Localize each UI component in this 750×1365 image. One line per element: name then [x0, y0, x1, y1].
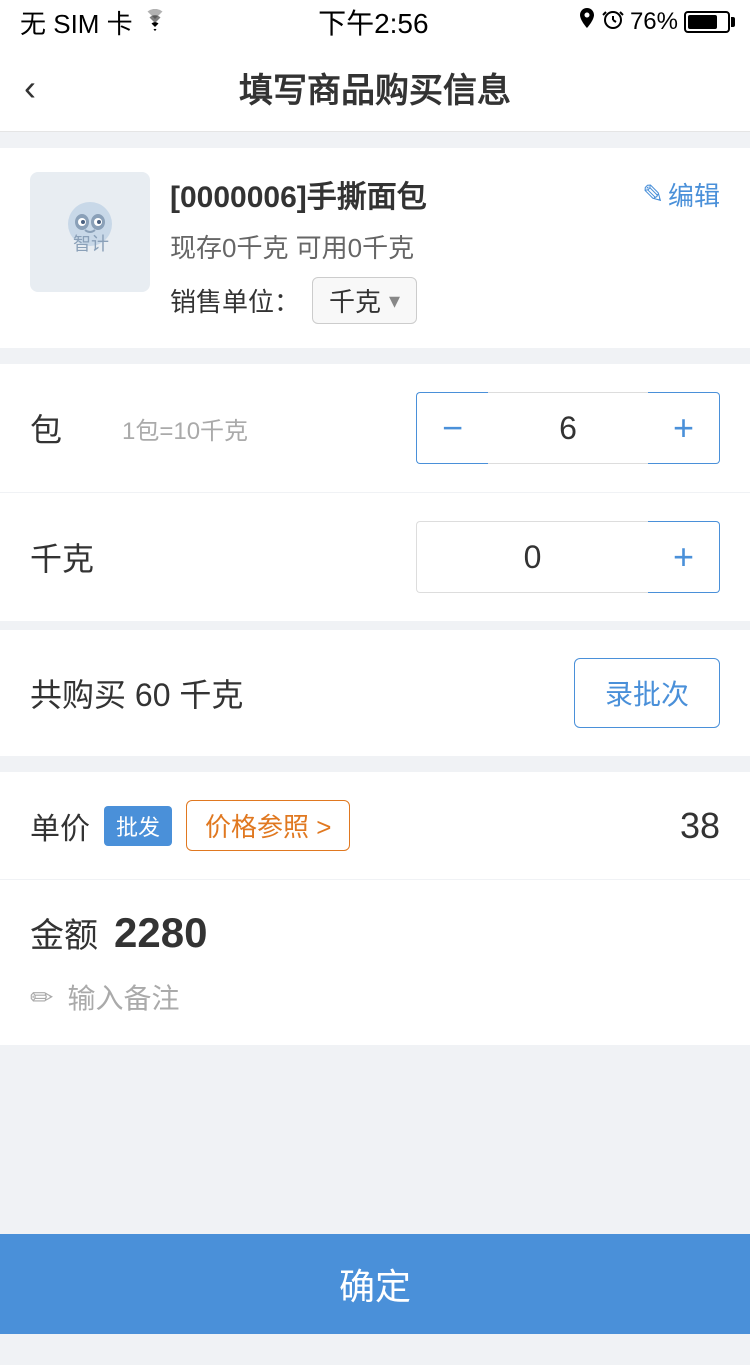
carrier-text: 无 SIM 卡: [20, 4, 133, 41]
pencil-icon: ✏: [30, 981, 53, 1014]
amount-value: 2280: [114, 909, 207, 957]
product-name: [0000006]手撕面包: [170, 172, 427, 216]
status-bar: 无 SIM 卡 下午2:56 76%: [0, 0, 750, 44]
note-placeholder: 输入备注: [67, 977, 179, 1017]
status-indicators: 76%: [578, 8, 730, 37]
unit-selector[interactable]: 千克 ▾: [312, 277, 417, 324]
quantity-label-bao: 包: [30, 405, 110, 451]
product-unit-row: 销售单位： 千克 ▾: [170, 277, 720, 324]
quantity-row-bao: 包 1包=10千克 − +: [0, 364, 750, 493]
quantity-row-kg: 千克 +: [0, 493, 750, 622]
wifi-icon: [141, 7, 169, 38]
price-section: 单价 批发 价格参照 > 38: [0, 772, 750, 880]
price-value: 38: [680, 805, 720, 847]
dropdown-arrow-icon: ▾: [389, 288, 400, 314]
svg-text:智计: 智计: [73, 234, 109, 254]
decrement-bao-button[interactable]: −: [416, 392, 488, 464]
quantity-label-kg: 千克: [30, 534, 110, 580]
price-left: 单价 批发 价格参照 >: [30, 800, 350, 851]
price-label: 单价: [30, 804, 90, 848]
amount-label: 金额: [30, 908, 98, 957]
quantity-input-kg[interactable]: [416, 521, 648, 593]
edit-link[interactable]: ✎ 编辑: [642, 176, 720, 213]
product-image: 智计: [30, 172, 150, 292]
battery-text: 76%: [630, 8, 678, 36]
confirm-button[interactable]: 确定: [0, 1234, 750, 1334]
edit-icon: ✎: [642, 179, 664, 210]
product-card: 智计 [0000006]手撕面包 ✎ 编辑 现存0千克 可用0千克 销售单位： …: [0, 148, 750, 348]
battery-indicator: [684, 11, 730, 33]
amount-section: 金额 2280 ✏ 输入备注: [0, 880, 750, 1045]
product-info: [0000006]手撕面包 ✎ 编辑 现存0千克 可用0千克 销售单位： 千克 …: [170, 172, 720, 324]
product-stock: 现存0千克 可用0千克: [170, 228, 720, 265]
batch-badge: 批发: [104, 806, 172, 846]
quantity-section: 包 1包=10千克 − + 千克 +: [0, 364, 750, 622]
status-time: 下午2:56: [318, 2, 429, 42]
amount-row: 金额 2280: [30, 908, 720, 957]
product-logo-icon: 智计: [55, 196, 125, 268]
price-ref-button[interactable]: 价格参照 >: [186, 800, 350, 851]
total-label: 共购买 60 千克: [30, 670, 243, 716]
unit-label: 销售单位：: [170, 282, 300, 319]
back-button[interactable]: ‹: [24, 67, 36, 109]
quantity-hint-bao: 1包=10千克: [122, 411, 416, 446]
unit-value: 千克: [329, 282, 381, 319]
note-row[interactable]: ✏ 输入备注: [30, 977, 720, 1017]
alarm-icon: [602, 8, 624, 37]
total-row: 共购买 60 千克 录批次: [0, 622, 750, 756]
page-title: 填写商品购买信息: [239, 63, 511, 112]
increment-bao-button[interactable]: +: [648, 392, 720, 464]
record-batch-button[interactable]: 录批次: [574, 658, 720, 728]
quantity-controls-kg: +: [416, 521, 720, 593]
nav-bar: ‹ 填写商品购买信息: [0, 44, 750, 132]
status-carrier: 无 SIM 卡: [20, 4, 169, 41]
increment-kg-button[interactable]: +: [648, 521, 720, 593]
location-icon: [578, 8, 596, 37]
quantity-input-bao[interactable]: [488, 392, 648, 464]
quantity-controls-bao: − +: [416, 392, 720, 464]
